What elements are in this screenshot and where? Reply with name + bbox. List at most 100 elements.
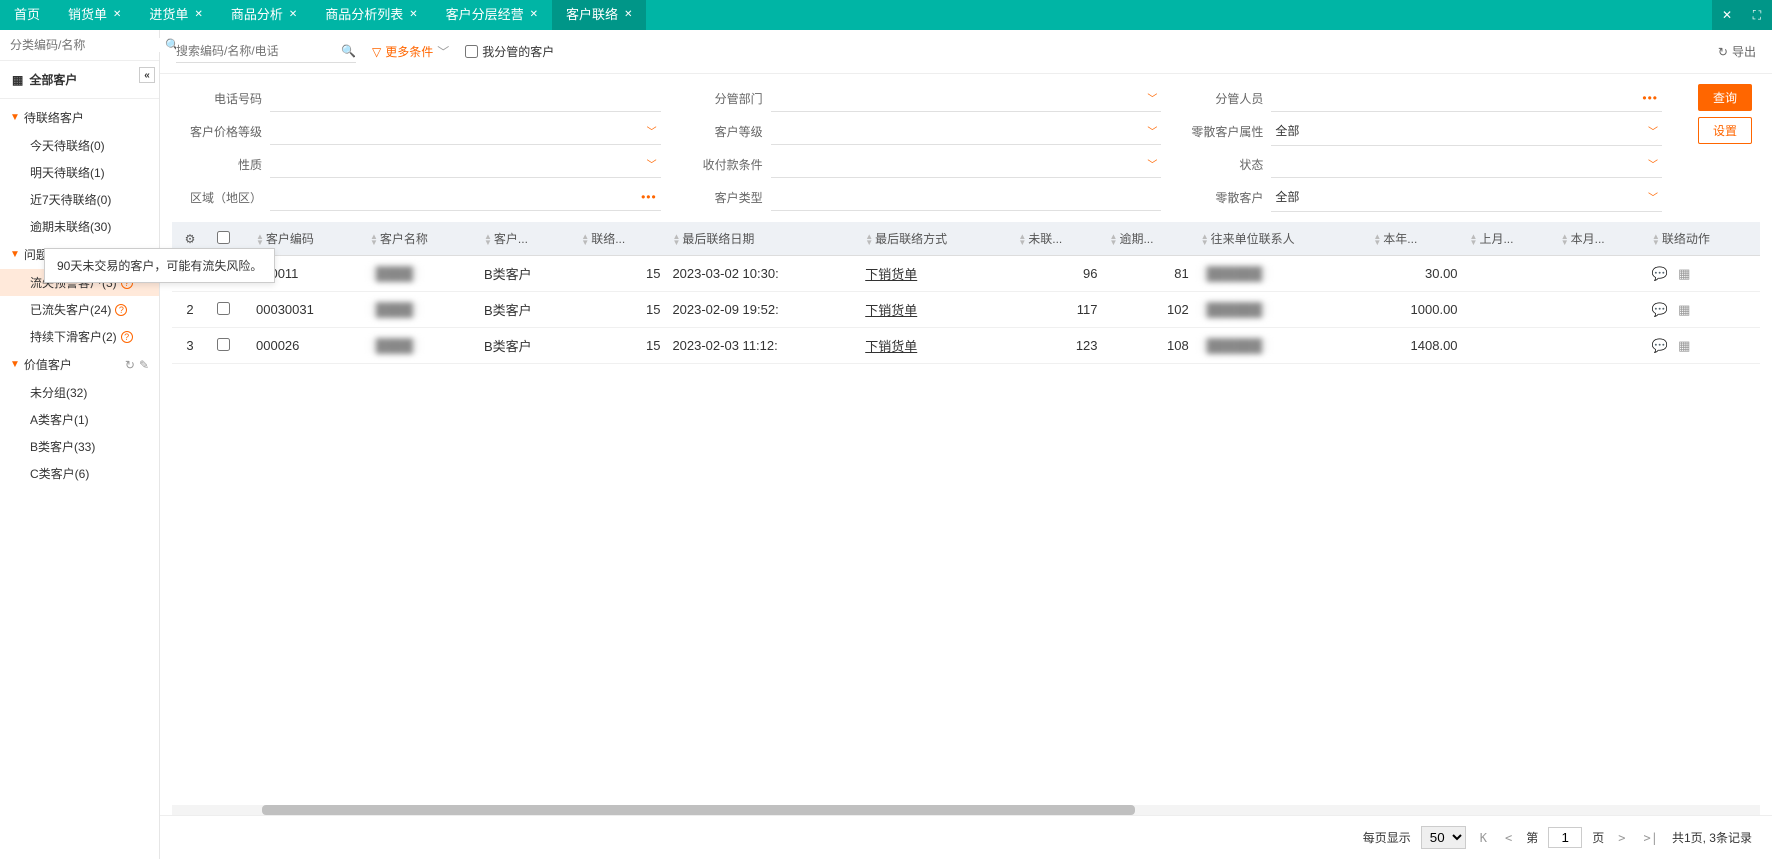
row-checkbox[interactable] xyxy=(217,338,230,351)
row-checkbox[interactable] xyxy=(217,302,230,315)
column-header[interactable]: ▲▼最后联络方式 xyxy=(859,222,1012,256)
tree-item[interactable]: 持续下滑客户(2)? xyxy=(0,323,159,350)
tree-item[interactable]: 今天待联络(0) xyxy=(0,132,159,159)
last-way-link[interactable]: 下销货单 xyxy=(865,267,917,282)
table-row[interactable]: 200030031████B类客户152023-02-09 19:52:下销货单… xyxy=(172,292,1760,328)
filter-status-select[interactable]: ﹀ xyxy=(1271,150,1662,178)
tree-group-header[interactable]: ▼价值客户↻✎ xyxy=(0,350,159,379)
filter-retailattr-select[interactable]: 全部﹀ xyxy=(1271,116,1662,146)
column-header[interactable]: ▲▼本年... xyxy=(1367,222,1463,256)
gear-icon[interactable]: ⚙ xyxy=(185,232,196,246)
filter-icon: ▽ xyxy=(372,45,381,59)
close-all-tabs-button[interactable]: ✕ xyxy=(1712,0,1742,30)
tree-item[interactable]: A类客户(1) xyxy=(0,406,159,433)
cell-year: 30.00 xyxy=(1367,256,1463,292)
collapse-sidebar-button[interactable]: « xyxy=(139,67,155,83)
column-header[interactable]: ▲▼未联... xyxy=(1012,222,1103,256)
my-customers-checkbox[interactable]: 我分管的客户 xyxy=(465,43,554,60)
filter-payterms-select[interactable]: ﹀ xyxy=(771,150,1162,178)
page-input[interactable] xyxy=(1548,827,1582,848)
chat-icon[interactable]: 💬 xyxy=(1652,302,1668,318)
filter-retail-select[interactable]: 全部﹀ xyxy=(1271,182,1662,212)
qr-icon[interactable]: ▦ xyxy=(1678,302,1690,318)
sidebar-search-input[interactable] xyxy=(10,38,165,52)
more-filters-button[interactable]: ▽ 更多条件 ﹀ xyxy=(372,43,449,60)
tab-bar: 首页销货单✕进货单✕商品分析✕商品分析列表✕客户分层经营✕客户联络✕ ✕ ⛶ xyxy=(0,0,1772,30)
chat-icon[interactable]: 💬 xyxy=(1652,338,1668,354)
last-way-link[interactable]: 下销货单 xyxy=(865,303,917,318)
next-page-button[interactable]: > xyxy=(1614,831,1629,845)
close-icon[interactable]: ✕ xyxy=(194,0,202,30)
column-header[interactable]: ▲▼往来单位联系人 xyxy=(1195,222,1368,256)
tab-进货单[interactable]: 进货单✕ xyxy=(135,0,216,30)
qr-icon[interactable]: ▦ xyxy=(1678,266,1690,282)
my-customers-checkbox-input[interactable] xyxy=(465,45,478,58)
column-header[interactable]: ▲▼最后联络日期 xyxy=(666,222,859,256)
filter-nature-select[interactable]: ﹀ xyxy=(270,150,661,178)
filter-region-select[interactable]: ••• xyxy=(270,183,661,211)
close-icon[interactable]: ✕ xyxy=(289,0,297,30)
search-input[interactable] xyxy=(176,40,341,62)
tree-item[interactable]: C类客户(6) xyxy=(0,460,159,487)
column-header[interactable]: ▲▼客户名称 xyxy=(364,222,478,256)
last-way-link[interactable]: 下销货单 xyxy=(865,339,917,354)
select-all-checkbox[interactable] xyxy=(217,231,230,244)
cell-thism xyxy=(1555,256,1646,292)
filter-person-select[interactable]: ••• xyxy=(1271,84,1662,112)
export-button[interactable]: ↻ 导出 xyxy=(1718,43,1756,60)
first-page-button[interactable]: K xyxy=(1476,831,1491,845)
qr-icon[interactable]: ▦ xyxy=(1678,338,1690,354)
more-filters-label: 更多条件 xyxy=(385,43,433,60)
column-header[interactable]: ▲▼逾期... xyxy=(1104,222,1195,256)
query-button[interactable]: 查询 xyxy=(1698,84,1752,111)
close-icon[interactable]: ✕ xyxy=(530,0,538,30)
search-icon[interactable]: 🔍 xyxy=(341,44,356,58)
table-row[interactable]: 1000011████B类客户152023-03-02 10:30:下销货单96… xyxy=(172,256,1760,292)
tree-item[interactable]: 明天待联络(1) xyxy=(0,159,159,186)
tree-item[interactable]: 近7天待联络(0) xyxy=(0,186,159,213)
tree-group-header[interactable]: ▼待联络客户 xyxy=(0,103,159,132)
filter-custtype-input[interactable] xyxy=(771,183,1162,211)
my-customers-label: 我分管的客户 xyxy=(482,43,554,60)
close-icon[interactable]: ✕ xyxy=(409,0,417,30)
tab-客户分层经营[interactable]: 客户分层经营✕ xyxy=(432,0,552,30)
column-header[interactable]: ▲▼上月... xyxy=(1464,222,1555,256)
prev-page-button[interactable]: < xyxy=(1501,831,1516,845)
filter-pricelevel-select[interactable]: ﹀ xyxy=(270,117,661,145)
edit-icon[interactable]: ✎ xyxy=(139,358,149,372)
sidebar-all-customers[interactable]: ▦ 全部客户 « xyxy=(0,61,159,99)
horizontal-scrollbar[interactable] xyxy=(172,805,1760,815)
close-icon[interactable]: ✕ xyxy=(624,0,632,30)
tree-item[interactable]: 已流失客户(24)? xyxy=(0,296,159,323)
table-row[interactable]: 3000026████B类客户152023-02-03 11:12:下销货单12… xyxy=(172,328,1760,364)
tooltip: 90天未交易的客户，可能有流失风险。 xyxy=(44,248,275,283)
settings-button[interactable]: 设置 xyxy=(1698,117,1752,144)
fullscreen-button[interactable]: ⛶ xyxy=(1742,0,1772,30)
tab-首页[interactable]: 首页 xyxy=(0,0,54,30)
column-header[interactable]: ▲▼联络动作 xyxy=(1646,222,1760,256)
tree-item[interactable]: 逾期未联络(30) xyxy=(0,213,159,240)
column-header[interactable]: ▲▼联络... xyxy=(575,222,666,256)
refresh-icon[interactable]: ↻ xyxy=(125,358,135,372)
filter-phone-input[interactable] xyxy=(270,84,661,112)
filter-retailattr-label: 零散客户属性 xyxy=(1181,123,1271,140)
chat-icon[interactable]: 💬 xyxy=(1652,266,1668,282)
per-page-select[interactable]: 50 xyxy=(1421,826,1466,849)
filter-level-select[interactable]: ﹀ xyxy=(771,117,1162,145)
tree-item[interactable]: B类客户(33) xyxy=(0,433,159,460)
toolbar: 🔍 ▽ 更多条件 ﹀ 我分管的客户 ↻ 导出 xyxy=(160,30,1772,74)
tree-item[interactable]: 未分组(32) xyxy=(0,379,159,406)
page-prefix: 第 xyxy=(1526,829,1538,846)
tab-商品分析列表[interactable]: 商品分析列表✕ xyxy=(311,0,431,30)
cell-uncontact: 117 xyxy=(1012,292,1103,328)
close-icon[interactable]: ✕ xyxy=(113,0,121,30)
tab-商品分析[interactable]: 商品分析✕ xyxy=(217,0,311,30)
column-header[interactable]: ▲▼本月... xyxy=(1555,222,1646,256)
column-header[interactable]: ▲▼客户... xyxy=(478,222,575,256)
tab-销货单[interactable]: 销货单✕ xyxy=(54,0,135,30)
last-page-button[interactable]: >| xyxy=(1640,831,1662,845)
page-suffix: 页 xyxy=(1592,829,1604,846)
tab-客户联络[interactable]: 客户联络✕ xyxy=(552,0,646,30)
filter-dept-select[interactable]: ﹀ xyxy=(771,84,1162,112)
caret-down-icon: ▼ xyxy=(10,249,20,260)
